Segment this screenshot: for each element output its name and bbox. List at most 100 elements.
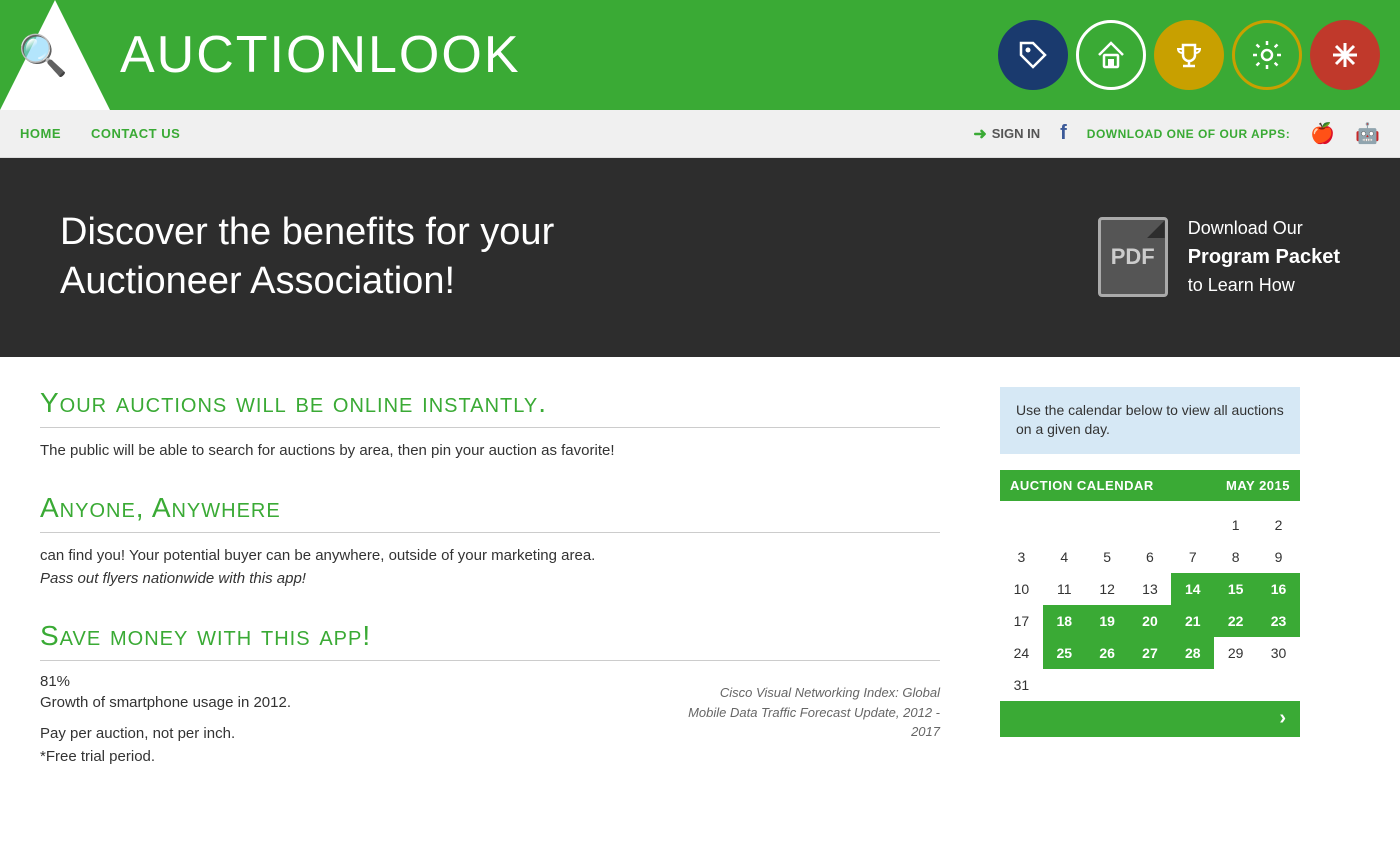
download-apps-label: DOWNLOAD ONE OF OUR APPS: [1087,127,1290,141]
calendar-day [1214,669,1257,701]
section-save-money: Save money with this app! 81% Growth of … [40,620,940,765]
calendar-table: 1234567891011121314151617181920212223242… [1000,501,1300,701]
calendar-day[interactable]: 28 [1171,637,1214,669]
section-save-money-body: 81% Growth of smartphone usage in 2012. … [40,673,291,765]
section-auctions-online-body: The public will be able to search for au… [40,440,940,463]
tag-icon[interactable] [998,20,1068,90]
calendar-day[interactable]: 30 [1257,637,1300,669]
section-anyone-anywhere: Anyone, Anywhere can find you! Your pote… [40,492,940,590]
content-left: Your auctions will be online instantly. … [0,387,980,796]
growth-text: Growth of smartphone usage in 2012. [40,694,291,711]
pdf-icon: PDF [1098,217,1168,297]
calendar-day[interactable]: 27 [1129,637,1172,669]
calendar-next-button[interactable]: › [1000,701,1300,737]
logo-text[interactable]: AuctionLook [120,29,521,81]
calendar-month-year: MAY 2015 [1226,478,1290,493]
home-nav-link[interactable]: HOME [20,126,61,141]
nav-left: HOME CONTACT US [20,126,180,141]
navbar: HOME CONTACT US ➜ SIGN IN f DOWNLOAD ONE… [0,110,1400,158]
calendar-day [1043,669,1086,701]
cal-day-sat [1257,501,1300,509]
calendar-day[interactable]: 1 [1214,509,1257,541]
header-icon-group [998,20,1380,90]
calendar-day [1000,509,1043,541]
calendar-header: AUCTION CALENDAR MAY 2015 [1000,470,1300,501]
calendar-day[interactable]: 31 [1000,669,1043,701]
calendar-day[interactable]: 18 [1043,605,1086,637]
section-anyone-anywhere-title: Anyone, Anywhere [40,492,940,524]
trial-text: *Free trial period. [40,748,291,765]
calendar-next-icon: › [1279,707,1286,730]
calendar-day[interactable]: 14 [1171,573,1214,605]
android-app-icon[interactable]: 🤖 [1355,121,1380,146]
contact-us-nav-link[interactable]: CONTACT US [91,126,180,141]
calendar-day[interactable]: 10 [1000,573,1043,605]
settings-icon[interactable] [1232,20,1302,90]
calendar-day[interactable]: 8 [1214,541,1257,573]
cal-day-wed [1129,501,1172,509]
calendar-day [1043,509,1086,541]
calendar-day[interactable]: 15 [1214,573,1257,605]
cal-day-mon [1043,501,1086,509]
calendar-day [1086,669,1129,701]
calendar-day[interactable]: 24 [1000,637,1043,669]
section-auctions-online: Your auctions will be online instantly. … [40,387,940,463]
calendar-day[interactable]: 3 [1000,541,1043,573]
sign-in-arrow-icon: ➜ [973,124,986,144]
calendar-day[interactable]: 2 [1257,509,1300,541]
calendar-day [1171,509,1214,541]
site-header: 🔍 AuctionLook [0,0,1400,110]
stat-text: 81% [40,673,291,690]
section-auctions-online-title: Your auctions will be online instantly. [40,387,940,419]
trophy-icon[interactable] [1154,20,1224,90]
calendar-day[interactable]: 4 [1043,541,1086,573]
calendar-day[interactable]: 11 [1043,573,1086,605]
cal-day-tue [1086,501,1129,509]
home-nav-icon[interactable] [1076,20,1146,90]
calendar-day[interactable]: 26 [1086,637,1129,669]
hero-download-text: Download Our Program Packet to Learn How [1188,215,1340,299]
facebook-link[interactable]: f [1060,122,1067,145]
calendar-day [1086,509,1129,541]
calendar-day[interactable]: 23 [1257,605,1300,637]
calendar-day[interactable]: 7 [1171,541,1214,573]
calendar-sidebar: Use the calendar below to view all aucti… [980,387,1320,796]
calendar-day[interactable]: 20 [1129,605,1172,637]
calendar-day[interactable]: 17 [1000,605,1043,637]
pay-text: Pay per auction, not per inch. [40,725,291,742]
apple-app-icon[interactable]: 🍎 [1310,121,1335,146]
logo-magnifier-icon: 🔍 [18,32,68,79]
cal-day-thu [1171,501,1214,509]
asterisk-icon[interactable] [1310,20,1380,90]
calendar-day[interactable]: 29 [1214,637,1257,669]
calendar-day[interactable]: 12 [1086,573,1129,605]
calendar-day[interactable]: 9 [1257,541,1300,573]
nav-right: ➜ SIGN IN f DOWNLOAD ONE OF OUR APPS: 🍎 … [973,121,1380,146]
calendar-day[interactable]: 5 [1086,541,1129,573]
hero-headline: Discover the benefits for your Auctionee… [60,208,660,307]
calendar-day[interactable]: 16 [1257,573,1300,605]
calendar-day[interactable]: 25 [1043,637,1086,669]
citation-text: Cisco Visual Networking Index: Global Mo… [680,683,940,742]
calendar-day[interactable]: 19 [1086,605,1129,637]
main-content: Your auctions will be online instantly. … [0,357,1400,796]
hero-banner: Discover the benefits for your Auctionee… [0,158,1400,357]
calendar-day[interactable]: 13 [1129,573,1172,605]
calendar-day [1257,669,1300,701]
calendar-day[interactable]: 21 [1171,605,1214,637]
calendar-day [1171,669,1214,701]
section-anyone-anywhere-body: can find you! Your potential buyer can b… [40,545,940,590]
logo-area: 🔍 AuctionLook [0,0,521,110]
calendar-day[interactable]: 22 [1214,605,1257,637]
cal-day-fri [1214,501,1257,509]
calendar-day[interactable]: 6 [1129,541,1172,573]
calendar-day [1129,509,1172,541]
cal-day-sun [1000,501,1043,509]
auction-calendar-widget: AUCTION CALENDAR MAY 2015 1234 [1000,470,1300,737]
sign-in-link[interactable]: ➜ SIGN IN [973,124,1040,144]
hero-download-cta[interactable]: PDF Download Our Program Packet to Learn… [1098,215,1340,299]
calendar-day [1129,669,1172,701]
calendar-title: AUCTION CALENDAR [1010,478,1154,493]
calendar-hint: Use the calendar below to view all aucti… [1000,387,1300,454]
section-save-money-title: Save money with this app! [40,620,940,652]
